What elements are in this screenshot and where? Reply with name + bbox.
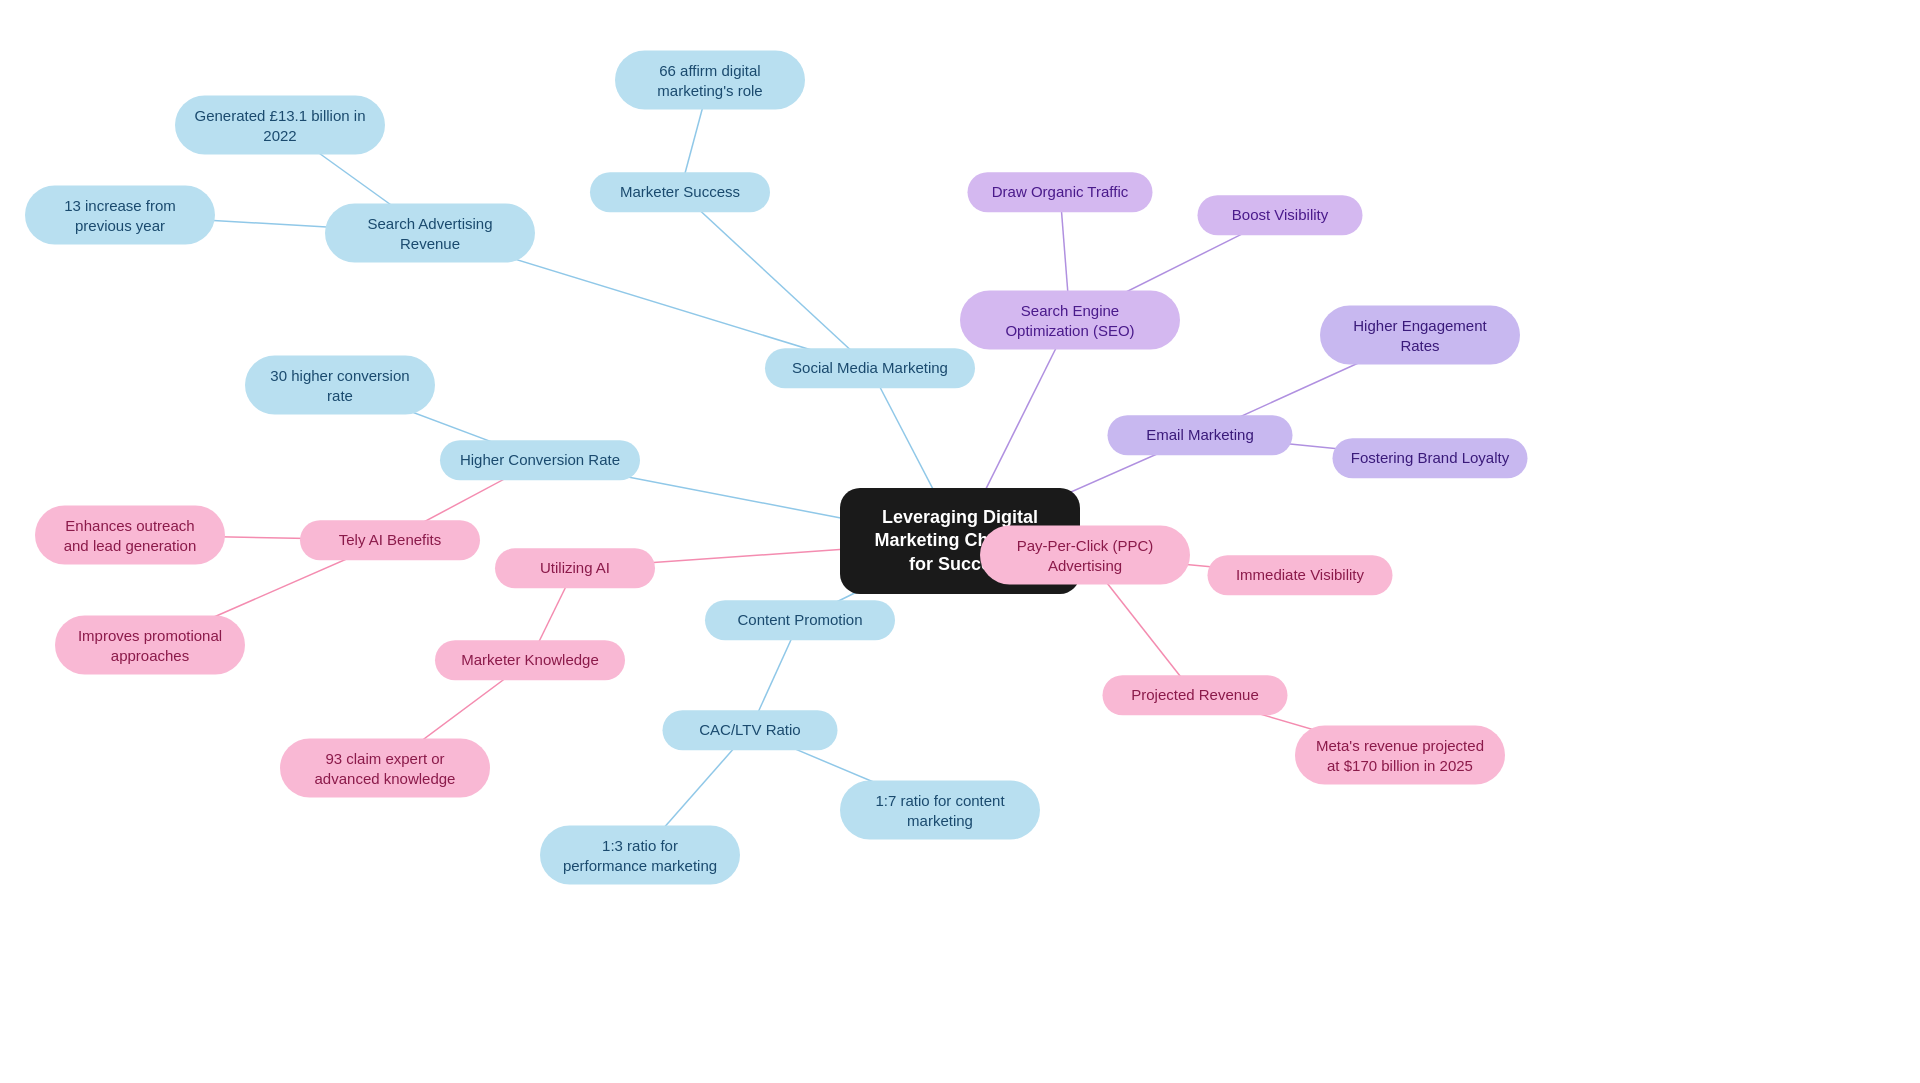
node-thirty-higher: 30 higher conversion rate [245, 356, 435, 415]
node-improves-promotional: Improves promotional approaches [55, 616, 245, 675]
node-generated-billion: Generated £13.1 billion in 2022 [175, 96, 385, 155]
node-higher-conversion-rate: Higher Conversion Rate [440, 440, 640, 480]
node-social-media: Social Media Marketing [765, 348, 975, 388]
node-enhances-outreach: Enhances outreach and lead generation [35, 506, 225, 565]
node-draw-organic: Draw Organic Traffic [968, 172, 1153, 212]
node-tely-ai-benefits: Tely AI Benefits [300, 520, 480, 560]
node-content-promotion: Content Promotion [705, 600, 895, 640]
svg-line-8 [680, 192, 870, 368]
node-marketer-knowledge: Marketer Knowledge [435, 640, 625, 680]
node-email-marketing: Email Marketing [1108, 415, 1293, 455]
node-affirm-digital: 66 affirm digital marketing's role [615, 51, 805, 110]
node-increase-previous: 13 increase from previous year [25, 186, 215, 245]
node-utilizing-ai: Utilizing AI [495, 548, 655, 588]
node-meta-revenue: Meta's revenue projected at $170 billion… [1295, 726, 1505, 785]
node-ratio-performance: 1:3 ratio for performance marketing [540, 826, 740, 885]
node-93-claim: 93 claim expert or advanced knowledge [280, 739, 490, 798]
node-seo: Search Engine Optimization (SEO) [960, 291, 1180, 350]
node-immediate-visibility: Immediate Visibility [1208, 555, 1393, 595]
node-projected-revenue: Projected Revenue [1103, 675, 1288, 715]
node-ppc: Pay-Per-Click (PPC) Advertising [980, 526, 1190, 585]
node-marketer-success: Marketer Success [590, 172, 770, 212]
mindmap-container: Leveraging Digital Marketing Channels fo… [0, 0, 1920, 1083]
node-ratio-content: 1:7 ratio for content marketing [840, 781, 1040, 840]
node-higher-engagement: Higher Engagement Rates [1320, 306, 1520, 365]
node-fostering-brand: Fostering Brand Loyalty [1333, 438, 1528, 478]
node-search-advertising: Search Advertising Revenue [325, 204, 535, 263]
node-cac-ltv: CAC/LTV Ratio [663, 710, 838, 750]
node-boost-visibility: Boost Visibility [1198, 195, 1363, 235]
